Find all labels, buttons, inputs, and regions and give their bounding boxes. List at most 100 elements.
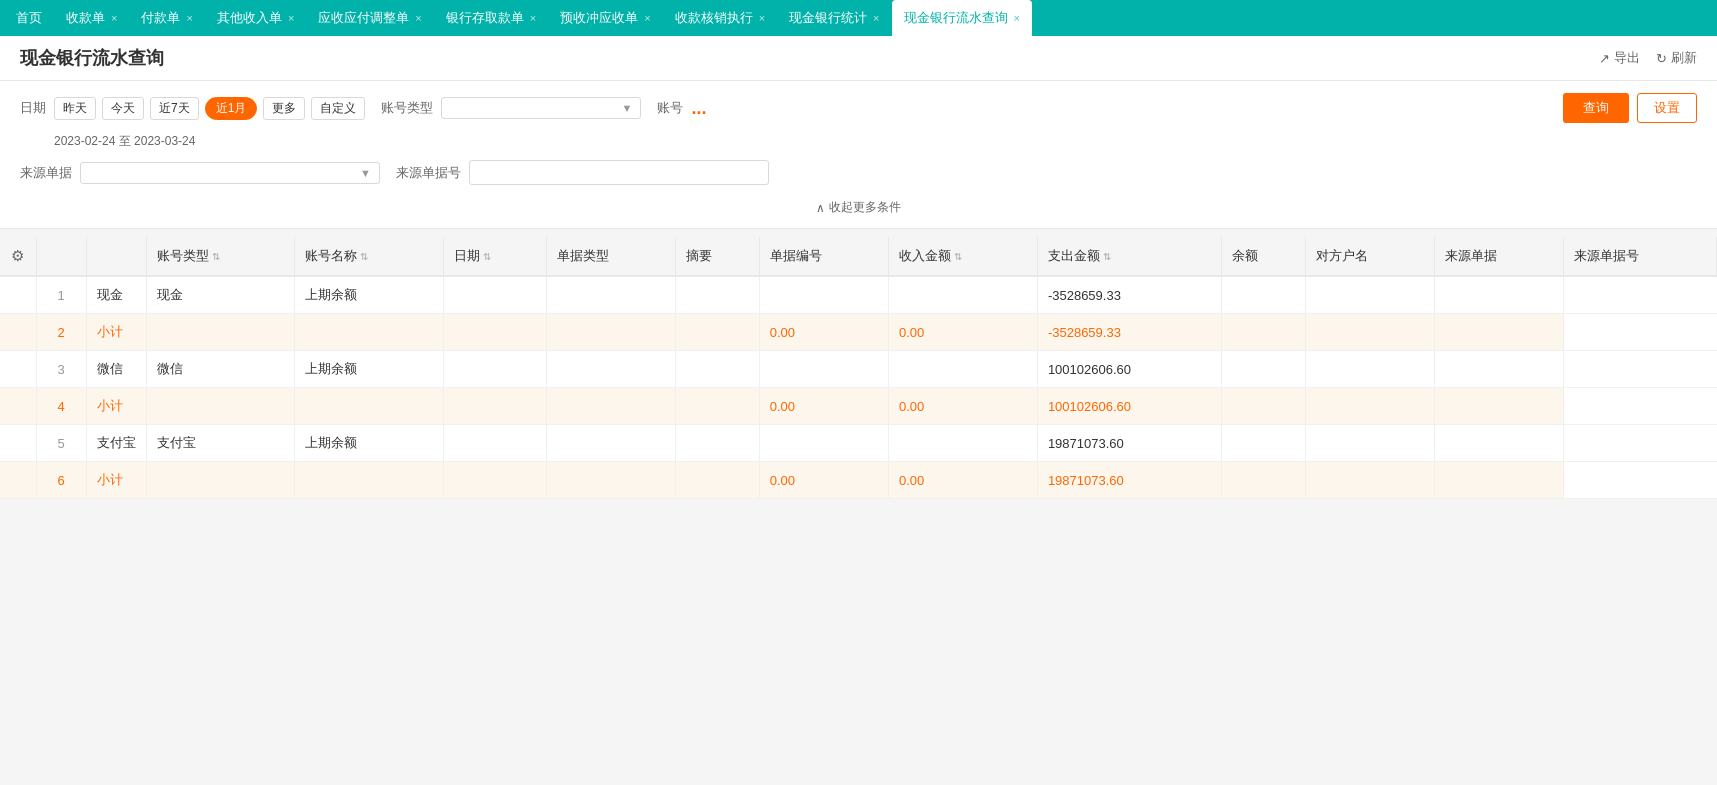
td-account_name: 支付宝 (146, 425, 295, 462)
table-body: 1现金现金上期余额-3528659.332小计0.000.00-3528659.… (0, 276, 1717, 499)
date-option-1[interactable]: 今天 (102, 97, 144, 120)
source-doc-no-input[interactable] (469, 160, 769, 185)
account-more-dots[interactable]: ... (691, 98, 706, 119)
td-summary (547, 314, 676, 351)
td-settings (0, 276, 36, 314)
td-balance: 19871073.60 (1037, 425, 1222, 462)
nav-close-icon[interactable]: × (415, 12, 421, 24)
td-account_type: 支付宝 (86, 425, 146, 462)
td-summary (547, 388, 676, 425)
td-summary (547, 351, 676, 388)
td-balance: 100102606.60 (1037, 388, 1222, 425)
account-type-group: 账号类型 ▼ (381, 97, 641, 119)
th-counterpart: 对方户名 (1305, 237, 1434, 276)
nav-item-收款单[interactable]: 收款单× (54, 0, 129, 36)
td-expense: 0.00 (889, 388, 1038, 425)
date-option-3[interactable]: 近1月 (205, 97, 258, 120)
nav-close-icon[interactable]: × (759, 12, 765, 24)
th-income[interactable]: 收入金额⇅ (889, 237, 1038, 276)
source-doc-select[interactable]: ▼ (80, 162, 380, 184)
td-doc_no (676, 388, 759, 425)
td-account_type: 小计 (86, 314, 146, 351)
export-button[interactable]: ↗ 导出 (1599, 49, 1640, 67)
th-num (86, 237, 146, 276)
collapse-bar[interactable]: ∧ 收起更多条件 (20, 195, 1697, 216)
query-button[interactable]: 查询 (1563, 93, 1629, 123)
td-account_type: 微信 (86, 351, 146, 388)
nav-item-付款单[interactable]: 付款单× (129, 0, 204, 36)
date-label: 日期 (20, 99, 46, 117)
header-actions: ↗ 导出 ↻ 刷新 (1599, 49, 1697, 67)
nav-close-icon[interactable]: × (288, 12, 294, 24)
td-source_doc (1305, 462, 1434, 499)
th-account_name[interactable]: 账号名称⇅ (295, 237, 444, 276)
sort-icon-expense: ⇅ (1103, 251, 1111, 262)
td-source_doc_no (1435, 276, 1564, 314)
source-doc-no-group: 来源单据号 (396, 160, 769, 185)
nav-item-收款核销执行[interactable]: 收款核销执行× (663, 0, 777, 36)
td-doc_no (676, 314, 759, 351)
account-label: 账号 (657, 99, 683, 117)
nav-close-icon[interactable]: × (111, 12, 117, 24)
td-balance: -3528659.33 (1037, 276, 1222, 314)
data-table: ⚙ 账号类型⇅账号名称⇅日期⇅单据类型摘要单据编号收入金额⇅支出金额⇅余额对方户… (0, 237, 1717, 499)
date-option-2[interactable]: 近7天 (150, 97, 199, 120)
nav-item-现金银行流水查询[interactable]: 现金银行流水查询× (892, 0, 1032, 36)
td-counterpart (1222, 425, 1305, 462)
td-counterpart (1222, 462, 1305, 499)
td-row-num: 4 (36, 388, 86, 425)
th-expense[interactable]: 支出金额⇅ (1037, 237, 1222, 276)
date-option-5[interactable]: 自定义 (311, 97, 365, 120)
th-date[interactable]: 日期⇅ (444, 237, 547, 276)
th-source_doc_no: 来源单据号 (1564, 237, 1717, 276)
settings-button[interactable]: 设置 (1637, 93, 1697, 123)
td-settings (0, 462, 36, 499)
nav-close-icon[interactable]: × (1014, 12, 1020, 24)
nav-item-首页[interactable]: 首页 (4, 0, 54, 36)
action-buttons: 查询 设置 (1563, 93, 1697, 123)
account-type-arrow: ▼ (621, 102, 632, 114)
td-account_type: 小计 (86, 388, 146, 425)
settings-gear-icon[interactable]: ⚙ (11, 247, 24, 264)
nav-item-预收冲应收单[interactable]: 预收冲应收单× (548, 0, 662, 36)
td-account_name (146, 462, 295, 499)
td-account_type: 现金 (86, 276, 146, 314)
td-balance: 100102606.60 (1037, 351, 1222, 388)
date-option-0[interactable]: 昨天 (54, 97, 96, 120)
td-doc_type (444, 388, 547, 425)
account-group: 账号 ... (657, 98, 706, 119)
table-row: 3微信微信上期余额100102606.60 (0, 351, 1717, 388)
td-doc_no (676, 351, 759, 388)
td-settings (0, 425, 36, 462)
td-doc_type (444, 276, 547, 314)
td-doc_type (444, 314, 547, 351)
td-settings (0, 351, 36, 388)
td-row-num: 2 (36, 314, 86, 351)
refresh-button[interactable]: ↻ 刷新 (1656, 49, 1697, 67)
nav-close-icon[interactable]: × (644, 12, 650, 24)
page-header: 现金银行流水查询 ↗ 导出 ↻ 刷新 (0, 36, 1717, 81)
nav-item-现金银行统计[interactable]: 现金银行统计× (777, 0, 891, 36)
td-date (295, 314, 444, 351)
account-type-select[interactable]: ▼ (441, 97, 641, 119)
nav-close-icon[interactable]: × (186, 12, 192, 24)
td-account_name (146, 388, 295, 425)
td-counterpart (1222, 351, 1305, 388)
td-income (759, 276, 888, 314)
nav-item-银行存取款单[interactable]: 银行存取款单× (434, 0, 548, 36)
th-account_type[interactable]: 账号类型⇅ (146, 237, 295, 276)
td-income: 0.00 (759, 388, 888, 425)
nav-item-其他收入单[interactable]: 其他收入单× (205, 0, 306, 36)
date-range-group: 2023-02-24 至 2023-03-24 (54, 133, 195, 150)
date-option-4[interactable]: 更多 (263, 97, 305, 120)
nav-item-应收应付调整单[interactable]: 应收应付调整单× (306, 0, 433, 36)
td-counterpart (1222, 314, 1305, 351)
td-source_doc_no (1435, 388, 1564, 425)
nav-close-icon[interactable]: × (873, 12, 879, 24)
td-expense (889, 276, 1038, 314)
source-doc-label: 来源单据 (20, 164, 72, 182)
td-source_doc_no (1435, 462, 1564, 499)
filter-row-1: 日期 昨天今天近7天近1月更多自定义 账号类型 ▼ 账号 ... 查询 设置 (20, 93, 1697, 123)
nav-close-icon[interactable]: × (530, 12, 536, 24)
td-expense (889, 425, 1038, 462)
